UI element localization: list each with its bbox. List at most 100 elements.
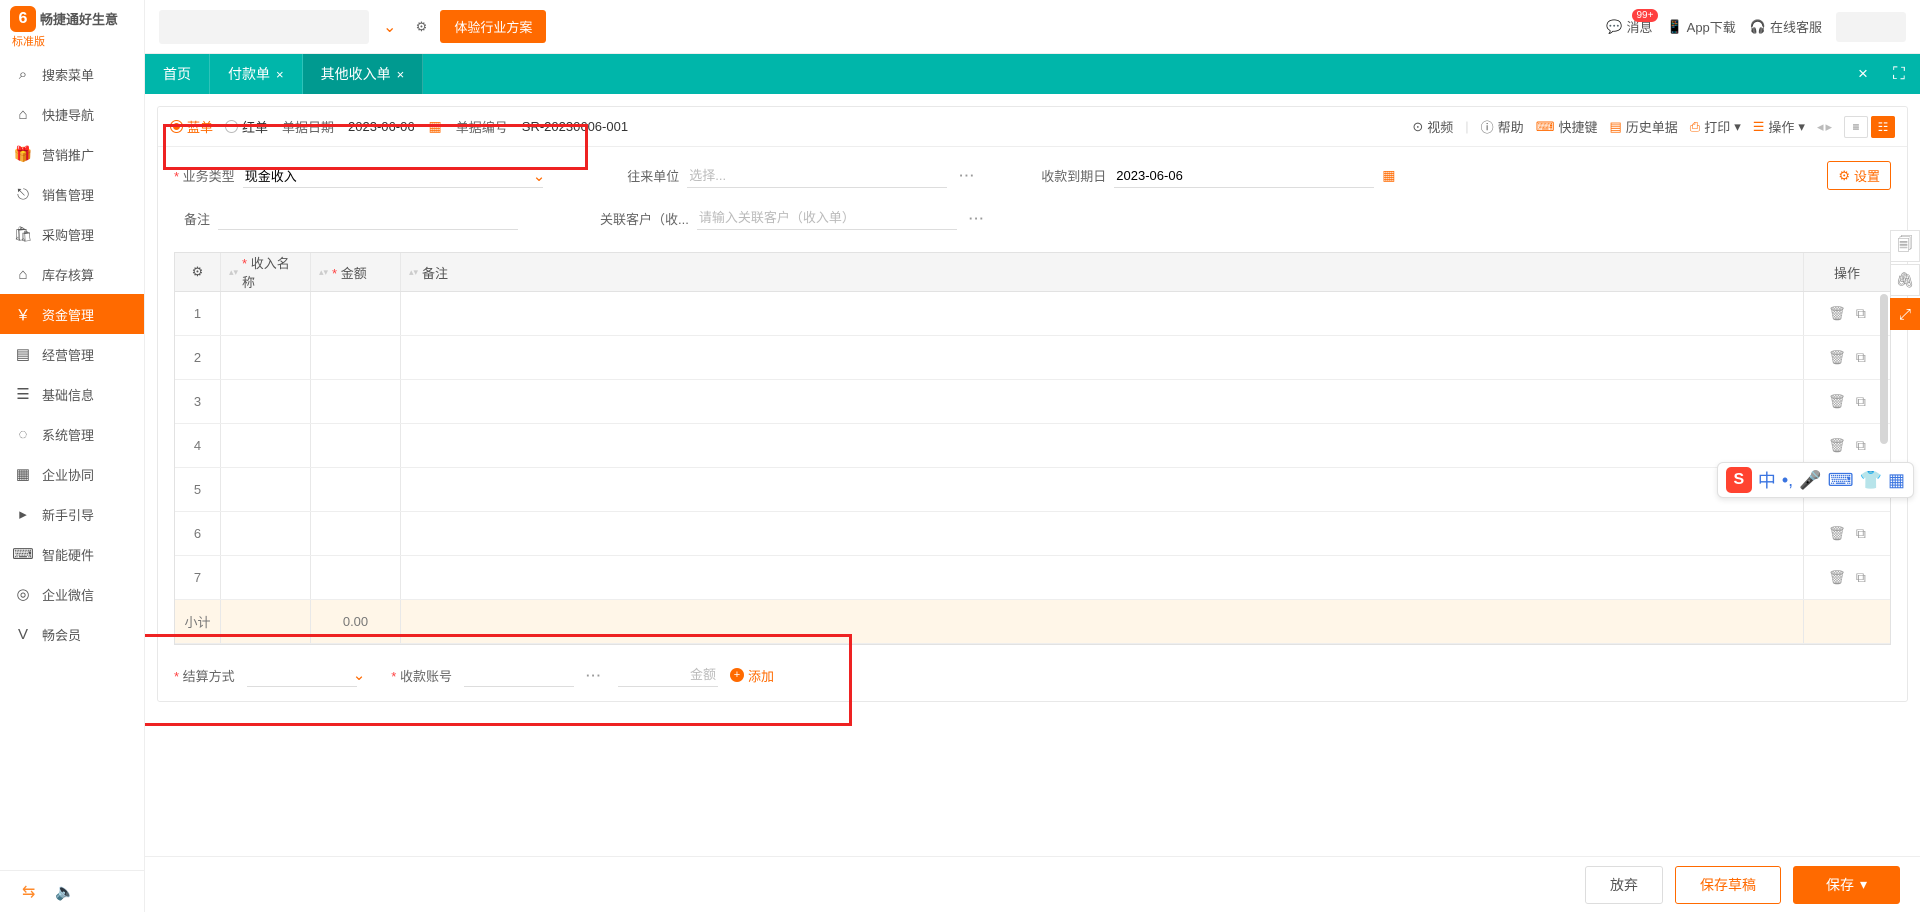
rail-expand-button[interactable]: ⤢ [1890, 298, 1920, 330]
shortcut-link[interactable]: ⌨快捷键 [1536, 117, 1598, 136]
ime-keyboard-icon[interactable]: ⌨ [1828, 470, 1854, 491]
cell-remark[interactable] [401, 512, 1804, 555]
tab-home[interactable]: 首页 [145, 54, 210, 94]
doc-date-value[interactable]: 2023-06-06 [348, 119, 415, 134]
delete-icon[interactable]: 🗑 [1828, 393, 1846, 410]
cell-income-name[interactable] [221, 380, 311, 423]
settle-amount-input[interactable] [618, 663, 718, 687]
lookup-icon[interactable]: ··· [965, 211, 989, 226]
ime-toolbox-icon[interactable]: ▦ [1888, 470, 1905, 491]
cell-income-name[interactable] [221, 424, 311, 467]
ime-mic-icon[interactable]: 🎤 [1799, 470, 1821, 491]
ime-toolbar[interactable]: S 中 •, 🎤 ⌨ 👕 ▦ [1717, 462, 1914, 498]
rail-clip-button[interactable]: 🖇 [1890, 264, 1920, 296]
rel-customer-input[interactable] [697, 206, 957, 230]
save-button[interactable]: 保存▾ [1793, 866, 1900, 904]
rail-note-button[interactable]: 🗐 [1890, 230, 1920, 262]
scrollbar[interactable] [1880, 294, 1888, 444]
chevron-down-icon[interactable]: ⌄ [353, 666, 366, 684]
tab-other-income[interactable]: 其他收入单× [303, 54, 424, 94]
help-link[interactable]: ⓘ帮助 [1481, 117, 1524, 136]
cell-remark[interactable] [401, 424, 1804, 467]
table-row[interactable]: 2🗑⧉ [175, 336, 1890, 380]
sort-icon[interactable]: ▴▾ [409, 268, 418, 276]
copy-icon[interactable]: ⧉ [1856, 569, 1866, 586]
copy-icon[interactable]: ⧉ [1856, 525, 1866, 542]
gear-icon[interactable]: ⚙ [192, 264, 204, 280]
cell-amount[interactable] [311, 380, 401, 423]
table-row[interactable]: 5🗑⧉ [175, 468, 1890, 512]
save-draft-button[interactable]: 保存草稿 [1675, 866, 1781, 904]
ime-punct-button[interactable]: •, [1782, 470, 1793, 491]
sort-icon[interactable]: ▴▾ [229, 268, 238, 276]
try-industry-button[interactable]: 体验行业方案 [440, 10, 546, 43]
cell-remark[interactable] [401, 336, 1804, 379]
fullscreen-button[interactable]: ⛶ [1882, 54, 1916, 94]
sort-icon[interactable]: ▴▾ [319, 268, 328, 276]
sidebar-item-inventory[interactable]: ⌂库存核算 [0, 254, 144, 294]
sidebar-item-operation[interactable]: ▤经营管理 [0, 334, 144, 374]
collapse-icon[interactable]: ⇆ [22, 882, 35, 902]
settings-icon[interactable]: ⚙ [410, 16, 432, 38]
cell-amount[interactable] [311, 468, 401, 511]
sidebar-item-system[interactable]: ◌系统管理 [0, 414, 144, 454]
delete-icon[interactable]: 🗑 [1828, 569, 1846, 586]
delete-icon[interactable]: 🗑 [1828, 349, 1846, 366]
cell-income-name[interactable] [221, 292, 311, 335]
ime-skin-icon[interactable]: 👕 [1860, 470, 1882, 491]
app-download-button[interactable]: 📱App下载 [1666, 17, 1735, 36]
history-link[interactable]: ▤历史单据 [1609, 117, 1677, 136]
cell-amount[interactable] [311, 556, 401, 599]
company-selector[interactable] [159, 10, 369, 44]
sidebar-item-hardware[interactable]: ⌨智能硬件 [0, 534, 144, 574]
print-link[interactable]: ⎙打印▾ [1690, 117, 1741, 136]
chevron-down-icon[interactable]: ⌄ [533, 167, 546, 185]
calendar-icon[interactable]: ▦ [1382, 167, 1395, 184]
table-row[interactable]: 7🗑⧉ [175, 556, 1890, 600]
next-button[interactable]: ▸ [1825, 119, 1832, 135]
close-icon[interactable]: × [397, 67, 405, 82]
sidebar-item-marketing[interactable]: 🎁营销推广 [0, 134, 144, 174]
close-icon[interactable]: × [276, 67, 284, 82]
sound-icon[interactable]: 🔈 [55, 882, 75, 902]
sidebar-item-sales[interactable]: ⎋销售管理 [0, 174, 144, 214]
ops-link[interactable]: ☰操作▾ [1753, 117, 1805, 136]
copy-icon[interactable]: ⧉ [1856, 437, 1866, 454]
sidebar-item-purchase[interactable]: 🛍采购管理 [0, 214, 144, 254]
video-link[interactable]: ⊙视频 [1412, 117, 1453, 136]
cell-amount[interactable] [311, 336, 401, 379]
cell-remark[interactable] [401, 380, 1804, 423]
cell-amount[interactable] [311, 424, 401, 467]
messages-button[interactable]: 💬 消息 99+ [1606, 17, 1652, 36]
cell-remark[interactable] [401, 556, 1804, 599]
ime-lang-button[interactable]: 中 [1758, 467, 1776, 493]
form-settings-button[interactable]: ⚙设置 [1827, 161, 1891, 190]
calendar-icon[interactable]: ▦ [429, 118, 442, 135]
sidebar-item-collab[interactable]: ▦企业协同 [0, 454, 144, 494]
due-date-input[interactable] [1114, 164, 1374, 188]
table-row[interactable]: 1🗑⧉ [175, 292, 1890, 336]
view-list-button[interactable]: ≡ [1844, 116, 1868, 138]
cell-income-name[interactable] [221, 468, 311, 511]
sidebar-item-quicknav[interactable]: ⌂快捷导航 [0, 94, 144, 134]
close-all-tabs-button[interactable]: × [1846, 54, 1880, 94]
lookup-icon[interactable]: ··· [582, 668, 606, 683]
biz-type-input[interactable] [243, 164, 543, 188]
copy-icon[interactable]: ⧉ [1856, 305, 1866, 322]
settle-method-input[interactable] [247, 663, 357, 687]
cell-remark[interactable] [401, 468, 1804, 511]
account-input[interactable] [464, 663, 574, 687]
support-button[interactable]: 🎧在线客服 [1750, 17, 1822, 36]
cell-income-name[interactable] [221, 512, 311, 555]
table-row[interactable]: 4🗑⧉ [175, 424, 1890, 468]
prev-button[interactable]: ◂ [1817, 119, 1824, 135]
view-detail-button[interactable]: ☷ [1871, 116, 1895, 138]
cell-amount[interactable] [311, 512, 401, 555]
lookup-icon[interactable]: ··· [955, 168, 979, 183]
delete-icon[interactable]: 🗑 [1828, 437, 1846, 454]
user-avatar[interactable] [1836, 12, 1906, 42]
radio-blue[interactable]: 蓝单 [170, 117, 213, 136]
discard-button[interactable]: 放弃 [1585, 866, 1663, 904]
copy-icon[interactable]: ⧉ [1856, 349, 1866, 366]
cell-remark[interactable] [401, 292, 1804, 335]
